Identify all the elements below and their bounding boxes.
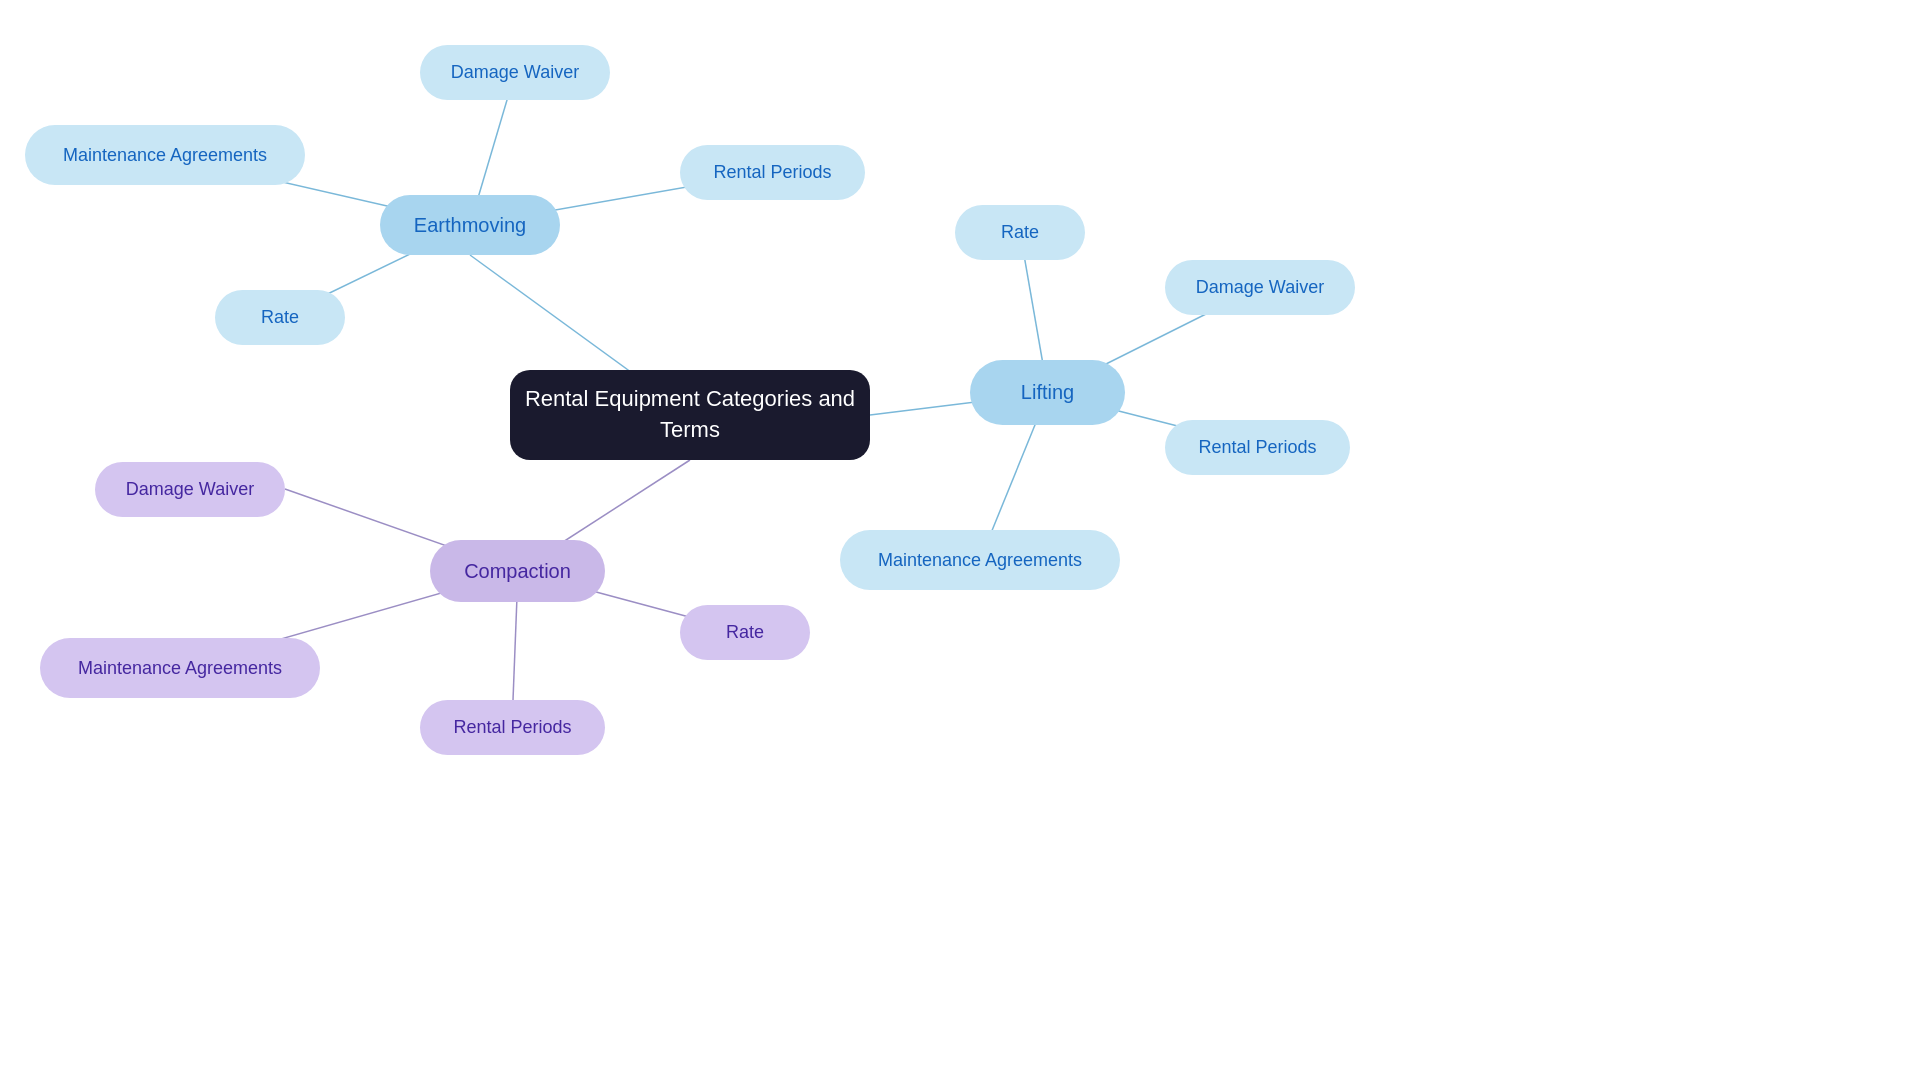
compaction-rate-node[interactable]: Rate	[680, 605, 810, 660]
earthmoving-rental-periods-node[interactable]: Rental Periods	[680, 145, 865, 200]
earthmoving-rental-periods-label: Rental Periods	[713, 162, 831, 183]
compaction-rate-label: Rate	[726, 622, 764, 643]
earthmoving-maintenance-label: Maintenance Agreements	[63, 145, 267, 166]
earthmoving-node[interactable]: Earthmoving	[380, 195, 560, 255]
lifting-damage-waiver-node[interactable]: Damage Waiver	[1165, 260, 1355, 315]
earthmoving-damage-waiver-label: Damage Waiver	[451, 62, 579, 83]
lifting-label: Lifting	[1021, 381, 1074, 404]
earthmoving-maintenance-node[interactable]: Maintenance Agreements	[25, 125, 305, 185]
lifting-damage-waiver-label: Damage Waiver	[1196, 277, 1324, 298]
lifting-rate-node[interactable]: Rate	[955, 205, 1085, 260]
earthmoving-damage-waiver-node[interactable]: Damage Waiver	[420, 45, 610, 100]
compaction-rental-periods-node[interactable]: Rental Periods	[420, 700, 605, 755]
lifting-rental-periods-label: Rental Periods	[1198, 437, 1316, 458]
lifting-rental-periods-node[interactable]: Rental Periods	[1165, 420, 1350, 475]
lifting-maintenance-label: Maintenance Agreements	[878, 550, 1082, 571]
earthmoving-rate-node[interactable]: Rate	[215, 290, 345, 345]
compaction-label: Compaction	[464, 560, 571, 583]
earthmoving-rate-label: Rate	[261, 307, 299, 328]
center-label: Rental Equipment Categories and Terms	[510, 384, 870, 446]
lifting-rate-label: Rate	[1001, 222, 1039, 243]
compaction-damage-waiver-label: Damage Waiver	[126, 479, 254, 500]
compaction-maintenance-node[interactable]: Maintenance Agreements	[40, 638, 320, 698]
compaction-node[interactable]: Compaction	[430, 540, 605, 602]
earthmoving-label: Earthmoving	[414, 214, 526, 237]
compaction-maintenance-label: Maintenance Agreements	[78, 658, 282, 679]
compaction-rental-periods-label: Rental Periods	[453, 717, 571, 738]
compaction-damage-waiver-node[interactable]: Damage Waiver	[95, 462, 285, 517]
lifting-maintenance-node[interactable]: Maintenance Agreements	[840, 530, 1120, 590]
center-node[interactable]: Rental Equipment Categories and Terms	[510, 370, 870, 460]
lifting-node[interactable]: Lifting	[970, 360, 1125, 425]
